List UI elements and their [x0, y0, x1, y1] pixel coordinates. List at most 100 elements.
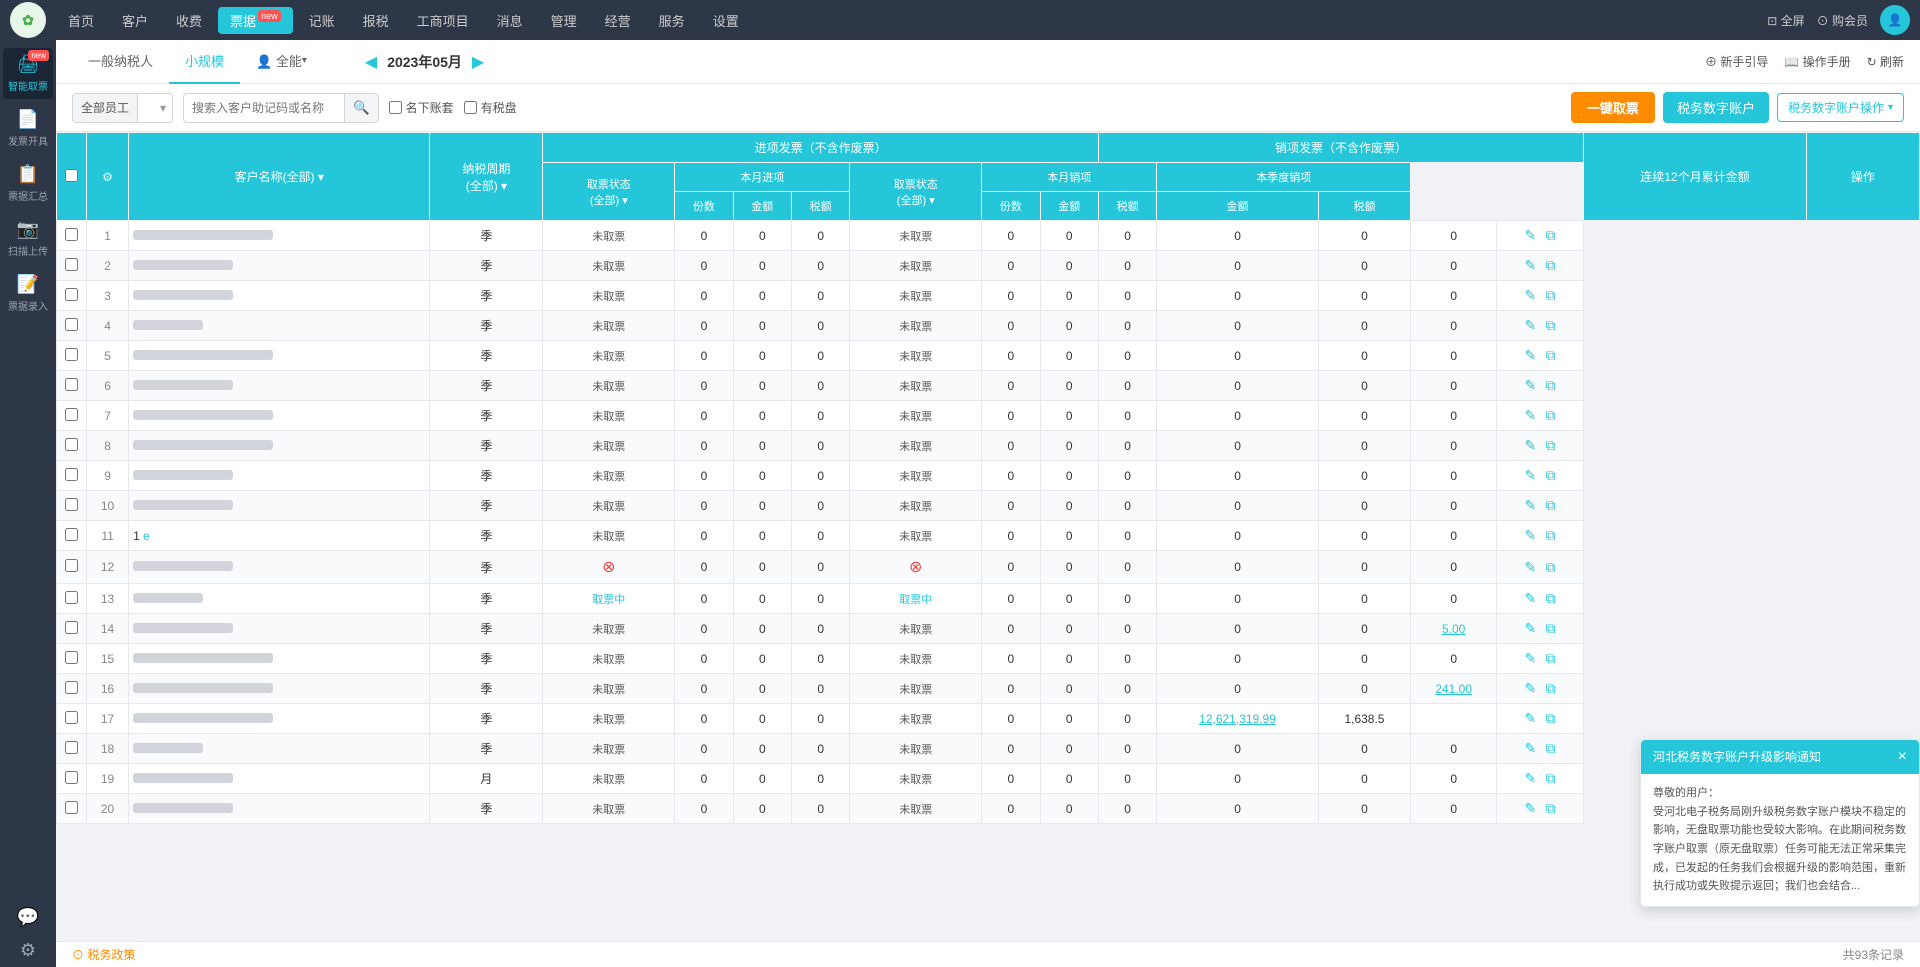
search-input[interactable]	[184, 101, 344, 115]
select-all-checkbox[interactable]	[65, 169, 78, 182]
copy-icon[interactable]: ⧉	[1543, 590, 1559, 606]
copy-icon[interactable]: ⧉	[1543, 437, 1559, 453]
nav-tax[interactable]: 报税	[351, 7, 401, 34]
row-checkbox[interactable]	[65, 559, 78, 572]
avatar[interactable]: 👤	[1880, 5, 1910, 35]
copy-icon[interactable]: ⧉	[1543, 800, 1559, 816]
checkbox-account-input[interactable]	[389, 101, 402, 114]
nav-ticket[interactable]: 票据new	[218, 7, 293, 34]
copy-icon[interactable]: ⧉	[1543, 287, 1559, 303]
edit-icon[interactable]: ✎	[1522, 710, 1540, 726]
nav-operation[interactable]: 经营	[593, 7, 643, 34]
copy-icon[interactable]: ⧉	[1543, 497, 1559, 513]
copy-icon[interactable]: ⧉	[1543, 770, 1559, 786]
row-checkbox[interactable]	[65, 498, 78, 511]
tax-digital-account-ops-btn[interactable]: 税务数字账户操作 ▾	[1777, 93, 1904, 122]
edit-icon[interactable]: ✎	[1522, 407, 1540, 423]
row-checkbox[interactable]	[65, 258, 78, 271]
edit-icon[interactable]: ✎	[1522, 257, 1540, 273]
copy-icon[interactable]: ⧉	[1543, 377, 1559, 393]
checkbox-account[interactable]: 名下账套	[389, 99, 454, 116]
copy-icon[interactable]: ⧉	[1543, 467, 1559, 483]
copy-icon[interactable]: ⧉	[1543, 740, 1559, 756]
nav-accounting[interactable]: 记账	[297, 7, 347, 34]
edit-icon[interactable]: ✎	[1522, 740, 1540, 756]
sidebar-item-scan-upload[interactable]: 📷 扫描上传	[3, 213, 53, 264]
row-checkbox[interactable]	[65, 288, 78, 301]
sidebar-item-invoice-issue[interactable]: 📄 发票开具	[3, 103, 53, 154]
nav-message[interactable]: 消息	[485, 7, 535, 34]
row-checkbox[interactable]	[65, 771, 78, 784]
period-prev-btn[interactable]: ◀	[363, 50, 379, 74]
copy-icon[interactable]: ⧉	[1543, 559, 1559, 575]
copy-icon[interactable]: ⧉	[1543, 407, 1559, 423]
edit-icon[interactable]: ✎	[1522, 227, 1540, 243]
row-checkbox[interactable]	[65, 591, 78, 604]
tab-general-taxpayer[interactable]: 一般纳税人	[72, 40, 169, 84]
nav-fee[interactable]: 收费	[164, 7, 214, 34]
copy-icon[interactable]: ⧉	[1543, 257, 1559, 273]
edit-icon[interactable]: ✎	[1522, 650, 1540, 666]
employee-select[interactable]: 全部员工 ▾	[72, 93, 173, 123]
search-button[interactable]: 🔍	[344, 94, 378, 122]
row-checkbox[interactable]	[65, 228, 78, 241]
row-checkbox[interactable]	[65, 348, 78, 361]
row-checkbox[interactable]	[65, 681, 78, 694]
edit-icon[interactable]: ✎	[1522, 497, 1540, 513]
nav-customer[interactable]: 客户	[110, 7, 160, 34]
refresh-btn[interactable]: ↻ 刷新	[1867, 53, 1904, 70]
copy-icon[interactable]: ⧉	[1543, 227, 1559, 243]
edit-icon[interactable]: ✎	[1522, 317, 1540, 333]
row-checkbox[interactable]	[65, 318, 78, 331]
edit-icon[interactable]: ✎	[1522, 287, 1540, 303]
copy-icon[interactable]: ⧉	[1543, 317, 1559, 333]
one-click-ticket-btn[interactable]: 一键取票	[1571, 92, 1655, 123]
sidebar-item-ticket-entry[interactable]: 📝 票据录入	[3, 268, 53, 319]
sidebar-item-settings[interactable]: ⚙	[3, 934, 53, 967]
copy-icon[interactable]: ⧉	[1543, 710, 1559, 726]
edit-icon[interactable]: ✎	[1522, 527, 1540, 543]
row-checkbox[interactable]	[65, 408, 78, 421]
row-checkbox[interactable]	[65, 438, 78, 451]
q-amount-value[interactable]: 12,621,319.99	[1199, 712, 1276, 726]
row-checkbox[interactable]	[65, 468, 78, 481]
copy-icon[interactable]: ⧉	[1543, 650, 1559, 666]
edit-icon[interactable]: ✎	[1522, 590, 1540, 606]
notification-close-btn[interactable]: ×	[1898, 748, 1907, 766]
sidebar-item-message[interactable]: 💬	[3, 901, 53, 934]
edit-icon[interactable]: ✎	[1522, 467, 1540, 483]
sidebar-item-smart-ticket[interactable]: 🖨 智能取票 new	[3, 48, 53, 99]
row-checkbox[interactable]	[65, 711, 78, 724]
row-checkbox[interactable]	[65, 621, 78, 634]
row-checkbox[interactable]	[65, 801, 78, 814]
tax-digital-account-btn[interactable]: 税务数字账户	[1663, 92, 1769, 123]
row-checkbox[interactable]	[65, 651, 78, 664]
copy-icon[interactable]: ⧉	[1543, 620, 1559, 636]
copy-icon[interactable]: ⧉	[1543, 527, 1559, 543]
fullscreen-btn[interactable]: ⊡ 全屏	[1767, 12, 1804, 29]
edit-icon[interactable]: ✎	[1522, 377, 1540, 393]
tax-policy-link[interactable]: ⊙ 税务政策	[72, 946, 135, 963]
period-next-btn[interactable]: ▶	[470, 50, 486, 74]
guide-link[interactable]: ⊕ 新手引导	[1705, 53, 1768, 70]
tab-all[interactable]: 👤 全能 ▾	[240, 40, 323, 84]
row-checkbox[interactable]	[65, 528, 78, 541]
edit-icon[interactable]: ✎	[1522, 347, 1540, 363]
checkbox-taxdisk-input[interactable]	[464, 101, 477, 114]
manual-link[interactable]: 📖 操作手册	[1784, 53, 1850, 70]
edit-icon[interactable]: ✎	[1522, 680, 1540, 696]
edit-icon[interactable]: ✎	[1522, 770, 1540, 786]
edit-icon[interactable]: ✎	[1522, 800, 1540, 816]
nav-setting[interactable]: 设置	[701, 7, 751, 34]
row-checkbox[interactable]	[65, 378, 78, 391]
edit-icon[interactable]: ✎	[1522, 559, 1540, 575]
nav-service[interactable]: 服务	[647, 7, 697, 34]
nav-home[interactable]: 首页	[56, 7, 106, 34]
sidebar-item-invoice-summary[interactable]: 📋 票据汇总	[3, 158, 53, 209]
cumul-value[interactable]: 5.00	[1442, 622, 1465, 636]
nav-manage[interactable]: 管理	[539, 7, 589, 34]
nav-business[interactable]: 工商项目	[405, 7, 481, 34]
vip-btn[interactable]: ⊙ 购会员	[1817, 12, 1868, 29]
tab-small-scale[interactable]: 小规模	[169, 40, 240, 84]
copy-icon[interactable]: ⧉	[1543, 680, 1559, 696]
